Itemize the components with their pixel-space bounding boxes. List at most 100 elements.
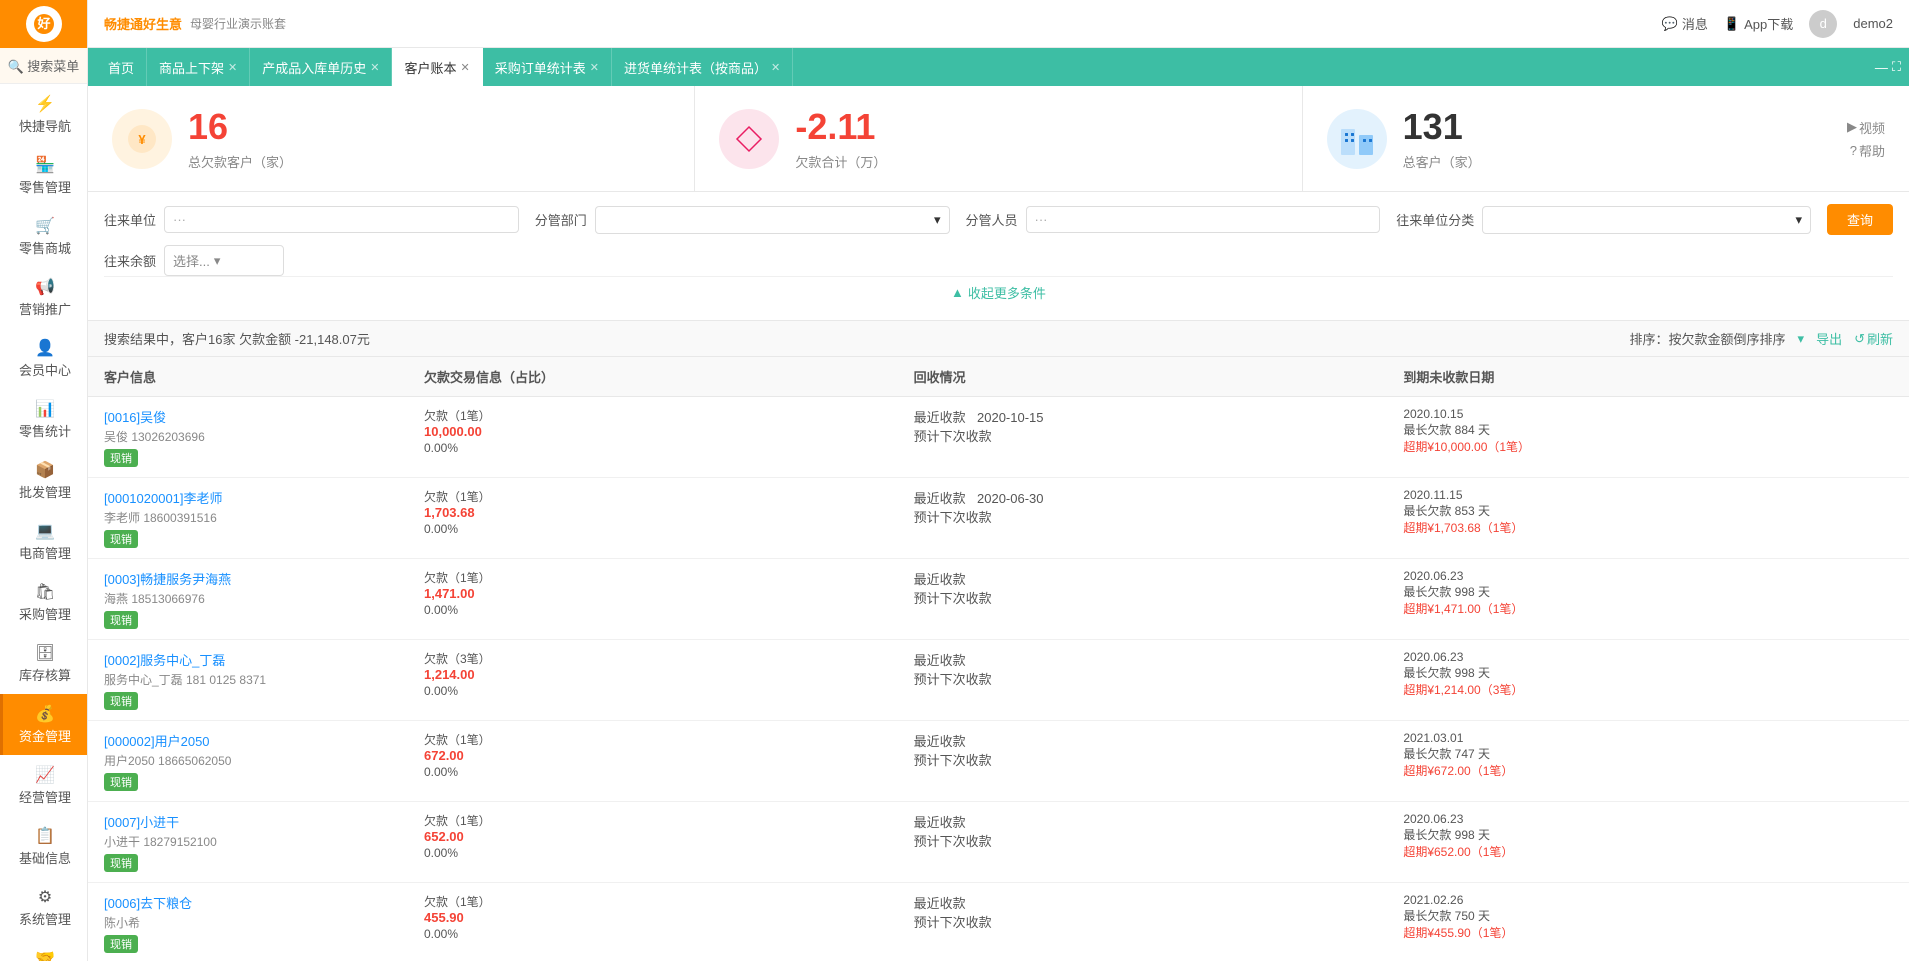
refresh-btn[interactable]: ↺ 刷新: [1854, 329, 1893, 348]
tab-customer-account[interactable]: 客户账本 ✕: [392, 48, 482, 86]
overdue-link-0[interactable]: 超期¥10,000.00（1笔）: [1403, 438, 1893, 455]
balance-placeholder: 选择...: [173, 251, 210, 270]
collapse-btn[interactable]: ▲ 收起更多条件: [951, 283, 1046, 302]
sidebar-item-inventory[interactable]: 🗄 库存核算: [0, 633, 87, 694]
due-cell-3: 2020.06.23 最长欠款 998 天 超期¥1,214.00（3笔）: [1403, 650, 1893, 698]
balance-label: 往来余额: [104, 251, 156, 270]
debt-cell-6: 欠款（1笔） 455.90 0.00%: [424, 893, 914, 941]
due-cell-5: 2020.06.23 最长欠款 998 天 超期¥652.00（1笔）: [1403, 812, 1893, 860]
table-row: [0016]吴俊 吴俊 13026203696 现销 欠款（1笔） 10,000…: [88, 397, 1909, 478]
sidebar-item-enterprise-collab[interactable]: 🤝 企业协同: [0, 938, 87, 961]
collection-last-6: 最近收款: [914, 893, 1404, 912]
tab-home-label: 首页: [108, 58, 134, 77]
tab-product-offsale[interactable]: 商品上下架 ✕: [147, 48, 250, 86]
debt-count-5: 欠款（1笔）: [424, 812, 914, 829]
customer-name-2[interactable]: [0003]畅捷服务尹海燕: [104, 569, 424, 588]
sidebar-item-batch-mgmt[interactable]: 📦 批发管理: [0, 450, 87, 511]
customer-name-5[interactable]: [0007]小进干: [104, 812, 424, 831]
due-date-5: 2020.06.23: [1403, 812, 1893, 826]
sidebar-item-quick-nav[interactable]: ⚡ 快捷导航: [0, 84, 87, 145]
debt-count-1: 欠款（1笔）: [424, 488, 914, 505]
customer-name-1[interactable]: [0001020001]李老师: [104, 488, 424, 507]
branch-label: 分管部门: [535, 210, 587, 229]
search-icon: 🔍: [8, 59, 24, 74]
overdue-link-4[interactable]: 超期¥672.00（1笔）: [1403, 762, 1893, 779]
col-debt-info: 欠款交易信息（占比）: [424, 367, 914, 386]
main-area: 畅捷通好生意 母婴行业演示账套 💬 消息 📱 App下载 d demo2 首页 …: [88, 0, 1909, 961]
tab-product-inbound[interactable]: 产成品入库单历史 ✕: [250, 48, 392, 86]
sidebar-item-retail-mgmt[interactable]: 🏪 零售管理: [0, 145, 87, 206]
from-unit-label: 往来单位: [104, 210, 156, 229]
from-unit-input[interactable]: ···: [164, 206, 519, 233]
search-menu-label: 搜索菜单: [27, 59, 79, 74]
manager-input[interactable]: ···: [1026, 206, 1381, 233]
help-btn[interactable]: ? 帮助: [1850, 141, 1885, 160]
sidebar-item-finance[interactable]: 💰 资金管理: [0, 694, 87, 755]
tab-product-inbound-close[interactable]: ✕: [370, 61, 379, 74]
query-button[interactable]: 查询: [1827, 204, 1893, 235]
customer-name-4[interactable]: [000002]用户2050: [104, 731, 424, 750]
customer-tag-4: 现销: [104, 773, 138, 791]
message-btn[interactable]: 💬 消息: [1662, 14, 1708, 33]
search-menu-item[interactable]: 🔍 搜索菜单: [0, 48, 87, 84]
total-customers-label: 总客户（家）: [1403, 152, 1481, 171]
debt-amount-3: 1,214.00: [424, 667, 914, 682]
overdue-link-5[interactable]: 超期¥652.00（1笔）: [1403, 843, 1893, 860]
tab-purchase-order-close[interactable]: ✕: [590, 61, 599, 74]
table-row-6: [0006]去下粮仓 陈小希 现销 欠款（1笔） 455.90 0.00% 最近…: [88, 883, 1909, 961]
overdue-link-6[interactable]: 超期¥455.90（1笔）: [1403, 924, 1893, 941]
overdue-customers-label: 总欠款客户（家）: [188, 152, 292, 171]
sidebar-item-marketing[interactable]: 📢 营销推广: [0, 267, 87, 328]
customer-cell-0: [0016]吴俊 吴俊 13026203696 现销: [104, 407, 424, 467]
view-video-btn[interactable]: ▶ 视频: [1847, 118, 1885, 137]
customer-name-0[interactable]: [0016]吴俊: [104, 407, 424, 426]
sidebar-item-retail-stats[interactable]: 📊 零售统计: [0, 389, 87, 450]
due-date-4: 2021.03.01: [1403, 731, 1893, 745]
customer-name-6[interactable]: [0006]去下粮仓: [104, 893, 424, 912]
customer-name-3[interactable]: [0002]服务中心_丁磊: [104, 650, 424, 669]
branch-select[interactable]: ▾: [595, 206, 950, 234]
unit-category-select[interactable]: ▾: [1482, 206, 1811, 234]
tab-minimize-icon[interactable]: —: [1875, 60, 1888, 75]
topbar: 畅捷通好生意 母婴行业演示账套 💬 消息 📱 App下载 d demo2: [88, 0, 1909, 48]
col-collection: 回收情况: [914, 367, 1404, 386]
tab-inbound-stats-close[interactable]: ✕: [771, 61, 780, 74]
sidebar-item-retail-mall[interactable]: 🛒 零售商城: [0, 206, 87, 267]
debt-cell-5: 欠款（1笔） 652.00 0.00%: [424, 812, 914, 860]
debt-cell-2: 欠款（1笔） 1,471.00 0.00%: [424, 569, 914, 617]
tab-maximize-icon[interactable]: ⛶: [1892, 59, 1901, 75]
sidebar-item-ecommerce[interactable]: 💻 电商管理: [0, 511, 87, 572]
overdue-link-3[interactable]: 超期¥1,214.00（3笔）: [1403, 681, 1893, 698]
due-cell-0: 2020.10.15 最长欠款 884 天 超期¥10,000.00（1笔）: [1403, 407, 1893, 455]
collection-cell-5: 最近收款 预计下次收款: [914, 812, 1404, 850]
svg-text:好: 好: [36, 16, 50, 31]
sidebar-nav: ⚡ 快捷导航 🏪 零售管理 🛒 零售商城 📢 营销推广 👤 会员中心 📊 零售统…: [0, 84, 87, 961]
tab-purchase-order[interactable]: 采购订单统计表 ✕: [483, 48, 612, 86]
marketing-icon: 📢: [7, 277, 83, 297]
tab-home[interactable]: 首页: [96, 48, 147, 86]
table-row: [0001020001]李老师 李老师 18600391516 现销 欠款（1笔…: [88, 478, 1909, 559]
table-row: [0006]去下粮仓 陈小希 现销 欠款（1笔） 455.90 0.00% 最近…: [88, 883, 1909, 961]
tab-inbound-stats[interactable]: 进货单统计表（按商品） ✕: [612, 48, 793, 86]
basic-info-icon: 📋: [7, 826, 83, 846]
overdue-link-2[interactable]: 超期¥1,471.00（1笔）: [1403, 600, 1893, 617]
collection-last-5: 最近收款: [914, 812, 1404, 831]
sidebar-item-purchase-mgmt[interactable]: 🛍 采购管理: [0, 572, 87, 633]
debt-cell-4: 欠款（1笔） 672.00 0.00%: [424, 731, 914, 779]
debt-amount-2: 1,471.00: [424, 586, 914, 601]
balance-select[interactable]: 选择... ▾: [164, 245, 284, 276]
collection-last-1: 最近收款 2020-06-30: [914, 488, 1404, 507]
avatar[interactable]: d: [1809, 10, 1837, 38]
debt-count-0: 欠款（1笔）: [424, 407, 914, 424]
sidebar-item-basic-info[interactable]: 📋 基础信息: [0, 816, 87, 877]
tab-product-offsale-close[interactable]: ✕: [228, 61, 237, 74]
sidebar-item-member-center[interactable]: 👤 会员中心: [0, 328, 87, 389]
sidebar-item-operations[interactable]: 📈 经营管理: [0, 755, 87, 816]
export-btn[interactable]: 导出: [1816, 329, 1842, 348]
app-download-btn[interactable]: 📱 App下载: [1724, 14, 1793, 33]
overdue-link-1[interactable]: 超期¥1,703.68（1笔）: [1403, 519, 1893, 536]
debt-cell-3: 欠款（3笔） 1,214.00 0.00%: [424, 650, 914, 698]
sidebar-item-system[interactable]: ⚙ 系统管理: [0, 877, 87, 938]
tab-customer-account-close[interactable]: ✕: [461, 61, 470, 74]
collection-last-2: 最近收款: [914, 569, 1404, 588]
